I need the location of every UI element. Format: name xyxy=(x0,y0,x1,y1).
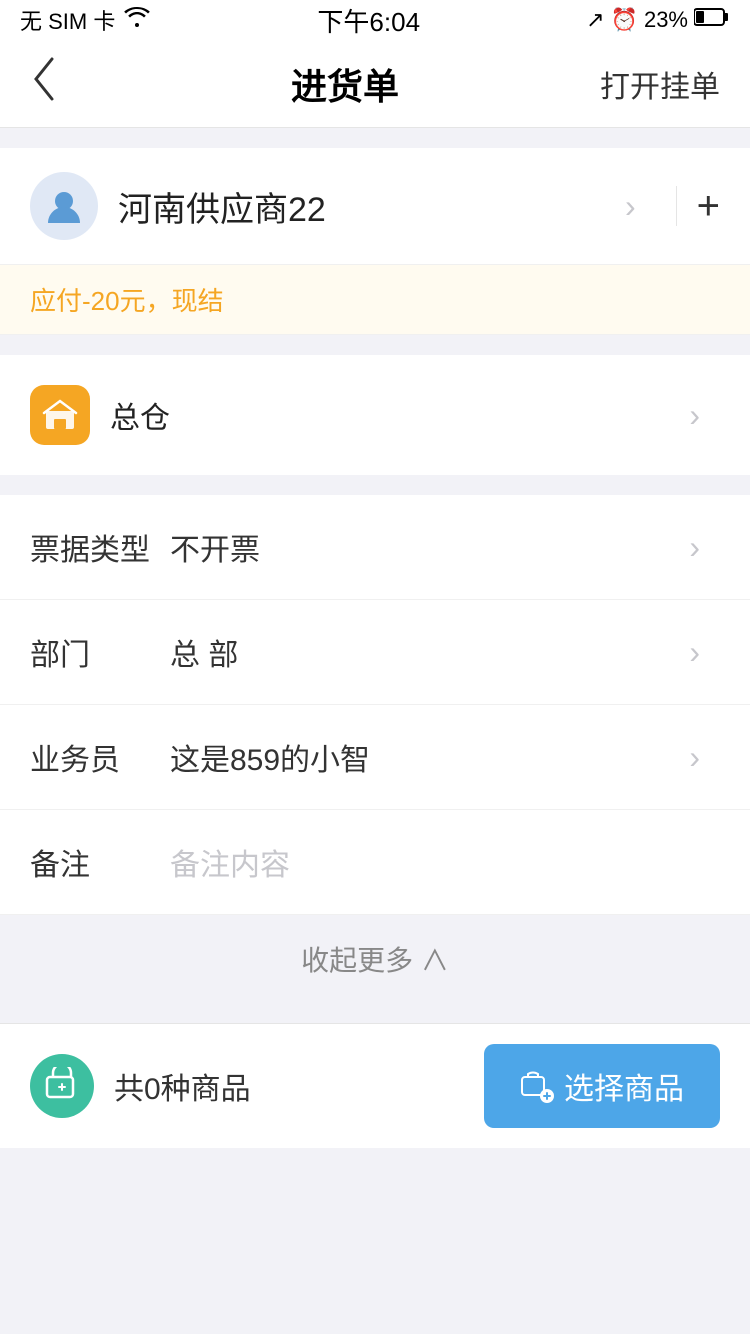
supplier-chevron-icon: › xyxy=(625,188,636,225)
warehouse-name: 总仓 xyxy=(110,393,689,437)
fields-section: 票据类型 不开票 › 部门 总 部 › 业务员 这是859的小智 › 备注 备注… xyxy=(0,495,750,915)
status-left: 无 SIM 卡 xyxy=(20,4,151,36)
collapse-button[interactable]: 收起更多 ∧ xyxy=(0,915,750,1003)
status-right: ↗ ⏰ 23% xyxy=(586,7,730,33)
warehouse-row[interactable]: 总仓 › xyxy=(0,355,750,475)
supplier-notice: 应付-20元，现结 xyxy=(0,265,750,335)
section-gap-2 xyxy=(0,335,750,355)
back-button[interactable] xyxy=(30,55,90,113)
warehouse-section: 总仓 › xyxy=(0,355,750,475)
department-value: 总 部 xyxy=(170,630,689,674)
warehouse-chevron-icon: › xyxy=(689,397,700,434)
supplier-row[interactable]: 河南供应商22 › + xyxy=(0,148,750,265)
invoice-type-row[interactable]: 票据类型 不开票 › xyxy=(0,495,750,600)
alarm-icon: ⏰ xyxy=(611,7,638,33)
remark-row[interactable]: 备注 备注内容 xyxy=(0,810,750,915)
supplier-section: 河南供应商22 › + 应付-20元，现结 xyxy=(0,148,750,335)
bottom-bar: 共0种商品 选择商品 xyxy=(0,1023,750,1148)
status-bar: 无 SIM 卡 下午6:04 ↗ ⏰ 23% xyxy=(0,0,750,40)
salesperson-row[interactable]: 业务员 这是859的小智 › xyxy=(0,705,750,810)
warehouse-icon xyxy=(30,385,90,445)
status-time: 下午6:04 xyxy=(317,2,420,39)
location-icon: ↗ xyxy=(586,7,604,33)
battery-level: 23% xyxy=(644,7,688,33)
invoice-type-label: 票据类型 xyxy=(30,525,170,569)
invoice-type-chevron-icon: › xyxy=(689,529,700,566)
section-gap-1 xyxy=(0,128,750,148)
product-count: 共0种商品 xyxy=(114,1064,484,1108)
salesperson-value: 这是859的小智 xyxy=(170,735,689,779)
supplier-avatar xyxy=(30,172,98,240)
select-product-button[interactable]: 选择商品 xyxy=(484,1044,720,1128)
salesperson-chevron-icon: › xyxy=(689,739,700,776)
nav-bar: 进货单 打开挂单 xyxy=(0,40,750,128)
battery-icon xyxy=(694,7,730,33)
divider xyxy=(676,186,677,226)
product-icon xyxy=(30,1054,94,1118)
invoice-type-value: 不开票 xyxy=(170,525,689,569)
salesperson-label: 业务员 xyxy=(30,735,170,779)
add-supplier-button[interactable]: + xyxy=(697,184,720,229)
remark-input[interactable]: 备注内容 xyxy=(170,840,720,884)
network-status: 无 SIM 卡 xyxy=(20,4,115,36)
page-title: 进货单 xyxy=(291,58,399,110)
open-pending-button[interactable]: 打开挂单 xyxy=(600,62,720,106)
department-label: 部门 xyxy=(30,630,170,674)
section-gap-4 xyxy=(0,1003,750,1023)
select-product-label: 选择商品 xyxy=(564,1064,684,1108)
section-gap-3 xyxy=(0,475,750,495)
remark-label: 备注 xyxy=(30,840,170,884)
department-chevron-icon: › xyxy=(689,634,700,671)
department-row[interactable]: 部门 总 部 › xyxy=(0,600,750,705)
collapse-label: 收起更多 ∧ xyxy=(301,939,449,979)
supplier-name: 河南供应商22 xyxy=(118,182,625,231)
wifi-icon xyxy=(123,7,151,33)
